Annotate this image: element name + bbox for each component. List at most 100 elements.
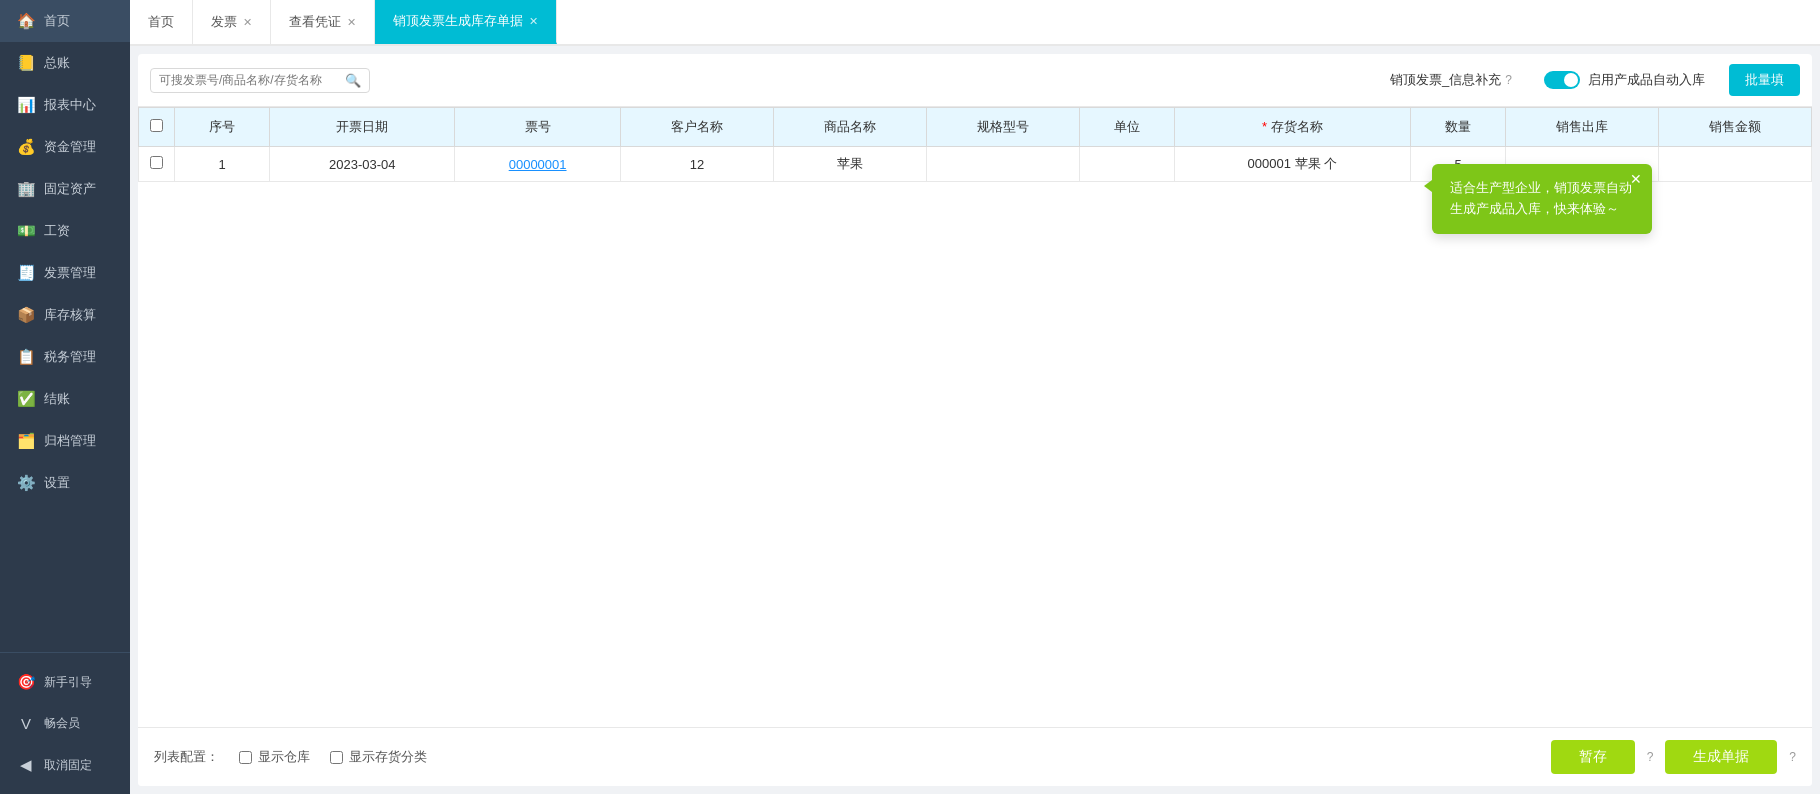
- sidebar-item-label: 发票管理: [44, 264, 96, 282]
- sidebar: 🏠 首页 📒 总账 📊 报表中心 💰 资金管理 🏢 固定资产 💵 工资 🧾 发票…: [0, 0, 130, 794]
- sidebar-item-invoices[interactable]: 🧾 发票管理: [0, 252, 130, 294]
- th-spec: 规格型号: [926, 108, 1079, 147]
- tab-generate-close[interactable]: ✕: [529, 15, 538, 28]
- main-area: 首页 发票 ✕ 查看凭证 ✕ 销顶发票生成库存单据 ✕ 🔍 销顶发票_信息补充 …: [130, 0, 1820, 794]
- sidebar-item-label: 畅会员: [44, 715, 80, 732]
- generate-button[interactable]: 生成单据: [1665, 740, 1777, 774]
- show-inventory-label: 显示存货分类: [349, 748, 427, 766]
- th-no: 票号: [455, 108, 621, 147]
- search-icon: 🔍: [345, 73, 361, 88]
- th-qty: 数量: [1410, 108, 1505, 147]
- footer: 列表配置： 显示仓库 显示存货分类 暂存 ? 生成单据 ?: [138, 727, 1812, 786]
- sidebar-item-reports[interactable]: 📊 报表中心: [0, 84, 130, 126]
- sidebar-item-label: 总账: [44, 54, 70, 72]
- sidebar-item-archive[interactable]: 🗂️ 归档管理: [0, 420, 130, 462]
- tab-home-label: 首页: [148, 13, 174, 31]
- sidebar-item-ledger[interactable]: 📒 总账: [0, 42, 130, 84]
- sidebar-item-funds[interactable]: 💰 资金管理: [0, 126, 130, 168]
- sidebar-item-home[interactable]: 🏠 首页: [0, 0, 130, 42]
- td-amount: [1659, 147, 1812, 182]
- sidebar-item-label: 结账: [44, 390, 70, 408]
- tooltip-close-icon[interactable]: ✕: [1630, 172, 1642, 186]
- tab-invoice-close[interactable]: ✕: [243, 16, 252, 29]
- save-button[interactable]: 暂存: [1551, 740, 1635, 774]
- th-amount: 销售金额: [1659, 108, 1812, 147]
- td-product: 苹果: [773, 147, 926, 182]
- sidebar-item-label: 工资: [44, 222, 70, 240]
- tab-invoice[interactable]: 发票 ✕: [193, 0, 271, 44]
- th-checkbox: [139, 108, 175, 147]
- sidebar-item-label: 新手引导: [44, 674, 92, 691]
- td-unit: [1079, 147, 1174, 182]
- tab-bar: 首页 发票 ✕ 查看凭证 ✕ 销顶发票生成库存单据 ✕: [130, 0, 1820, 46]
- tab-voucher-close[interactable]: ✕: [347, 16, 356, 29]
- info-question-icon[interactable]: ?: [1505, 73, 1512, 87]
- sidebar-item-label: 归档管理: [44, 432, 96, 450]
- select-all-checkbox[interactable]: [150, 119, 163, 132]
- sidebar-item-label: 库存核算: [44, 306, 96, 324]
- sidebar-item-vip[interactable]: V 畅会员: [0, 703, 130, 744]
- auto-warehouse-toggle[interactable]: [1544, 71, 1580, 89]
- th-warehouse: 销售出库: [1506, 108, 1659, 147]
- inventory-icon: 📦: [16, 306, 36, 324]
- batch-fill-button[interactable]: 批量填: [1729, 64, 1800, 96]
- td-customer: 12: [621, 147, 774, 182]
- sidebar-item-label: 首页: [44, 12, 70, 30]
- th-product: 商品名称: [773, 108, 926, 147]
- td-seq: 1: [175, 147, 270, 182]
- td-no[interactable]: 00000001: [455, 147, 621, 182]
- assets-icon: 🏢: [16, 180, 36, 198]
- invoices-icon: 🧾: [16, 264, 36, 282]
- th-inventory: 存货名称: [1174, 108, 1410, 147]
- sidebar-item-guide[interactable]: 🎯 新手引导: [0, 661, 130, 703]
- show-inventory-checkbox[interactable]: [330, 751, 343, 764]
- list-config-label: 列表配置：: [154, 748, 219, 766]
- td-date: 2023-03-04: [270, 147, 455, 182]
- sidebar-item-label: 固定资产: [44, 180, 96, 198]
- td-inventory: 000001 苹果 个: [1174, 147, 1410, 182]
- unpin-icon: ◀: [16, 756, 36, 774]
- sidebar-item-label: 报表中心: [44, 96, 96, 114]
- tooltip-text: 适合生产型企业，销顶发票自动生成产成品入库，快来体验～: [1450, 180, 1632, 216]
- th-customer: 客户名称: [621, 108, 774, 147]
- sidebar-item-label: 资金管理: [44, 138, 96, 156]
- sidebar-item-settlement[interactable]: ✅ 结账: [0, 378, 130, 420]
- sidebar-item-inventory[interactable]: 📦 库存核算: [0, 294, 130, 336]
- generate-info-icon[interactable]: ?: [1789, 750, 1796, 764]
- sidebar-item-assets[interactable]: 🏢 固定资产: [0, 168, 130, 210]
- tooltip-bubble: ✕ 适合生产型企业，销顶发票自动生成产成品入库，快来体验～: [1432, 164, 1652, 234]
- toggle-area: 启用产成品自动入库: [1544, 71, 1705, 89]
- tab-voucher-label: 查看凭证: [289, 13, 341, 31]
- footer-actions: 暂存 ? 生成单据 ?: [1551, 740, 1796, 774]
- save-info-icon[interactable]: ?: [1647, 750, 1654, 764]
- search-input[interactable]: [159, 73, 339, 87]
- settings-icon: ⚙️: [16, 474, 36, 492]
- archive-icon: 🗂️: [16, 432, 36, 450]
- sidebar-item-settings[interactable]: ⚙️ 设置: [0, 462, 130, 504]
- toggle-label: 启用产成品自动入库: [1588, 71, 1705, 89]
- search-box[interactable]: 🔍: [150, 68, 370, 93]
- show-warehouse-label: 显示仓库: [258, 748, 310, 766]
- tab-generate-label: 销顶发票生成库存单据: [393, 12, 523, 30]
- sidebar-item-label: 设置: [44, 474, 70, 492]
- tab-voucher[interactable]: 查看凭证 ✕: [271, 0, 375, 44]
- td-spec: [926, 147, 1079, 182]
- td-checkbox: [139, 147, 175, 182]
- th-seq: 序号: [175, 108, 270, 147]
- vip-icon: V: [16, 715, 36, 732]
- tab-generate[interactable]: 销顶发票生成库存单据 ✕: [375, 0, 557, 44]
- tab-invoice-label: 发票: [211, 13, 237, 31]
- settlement-icon: ✅: [16, 390, 36, 408]
- sidebar-bottom: 🎯 新手引导 V 畅会员 ◀ 取消固定: [0, 652, 130, 794]
- show-warehouse-check[interactable]: 显示仓库: [239, 748, 310, 766]
- th-date: 开票日期: [270, 108, 455, 147]
- tab-home[interactable]: 首页: [130, 0, 193, 44]
- show-inventory-check[interactable]: 显示存货分类: [330, 748, 427, 766]
- sidebar-item-payroll[interactable]: 💵 工资: [0, 210, 130, 252]
- show-warehouse-checkbox[interactable]: [239, 751, 252, 764]
- sidebar-item-label: 税务管理: [44, 348, 96, 366]
- row-checkbox[interactable]: [150, 156, 163, 169]
- sidebar-item-unpin[interactable]: ◀ 取消固定: [0, 744, 130, 786]
- info-label: 销顶发票_信息补充 ?: [1390, 71, 1512, 89]
- sidebar-item-tax[interactable]: 📋 税务管理: [0, 336, 130, 378]
